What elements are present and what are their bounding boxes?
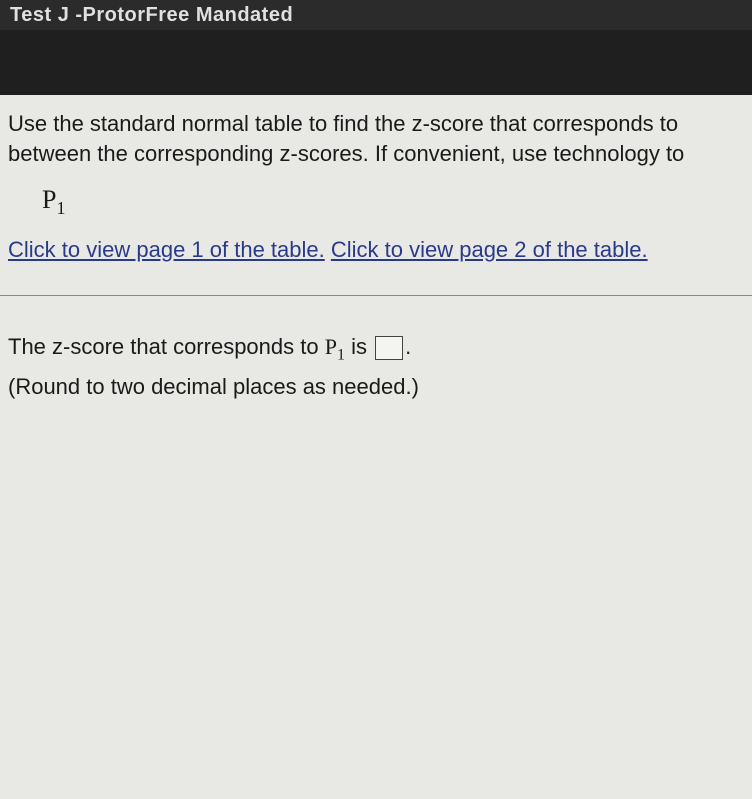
header-gap	[0, 30, 752, 95]
section-divider	[0, 295, 752, 296]
percentile-p: P	[42, 185, 56, 214]
question-panel: Use the standard normal table to find th…	[0, 95, 752, 799]
answer-line: The z-score that corresponds to P1 is .	[8, 332, 742, 366]
answer-p-label: P	[325, 334, 337, 359]
answer-prefix: The z-score that corresponds to	[8, 334, 325, 359]
instruction-text: Use the standard normal table to find th…	[8, 109, 742, 168]
rounding-note: (Round to two decimal places as needed.)	[8, 372, 742, 402]
header-bar: Test J -ProtorFree Mandated	[0, 0, 752, 30]
percentile-sub: 1	[56, 199, 65, 219]
instruction-line-1: Use the standard normal table to find th…	[8, 111, 678, 136]
percentile-label: P1	[42, 182, 742, 220]
answer-suffix: .	[405, 334, 411, 359]
header-title: Test J -ProtorFree Mandated	[10, 4, 293, 27]
table-links: Click to view page 1 of the table. Click…	[8, 235, 742, 265]
answer-p-sub: 1	[337, 346, 345, 363]
zscore-input[interactable]	[375, 336, 403, 360]
link-table-page-1[interactable]: Click to view page 1 of the table.	[8, 237, 325, 262]
answer-mid: is	[345, 334, 373, 359]
instruction-line-2: between the corresponding z-scores. If c…	[8, 141, 684, 166]
link-table-page-2[interactable]: Click to view page 2 of the table.	[331, 237, 648, 262]
